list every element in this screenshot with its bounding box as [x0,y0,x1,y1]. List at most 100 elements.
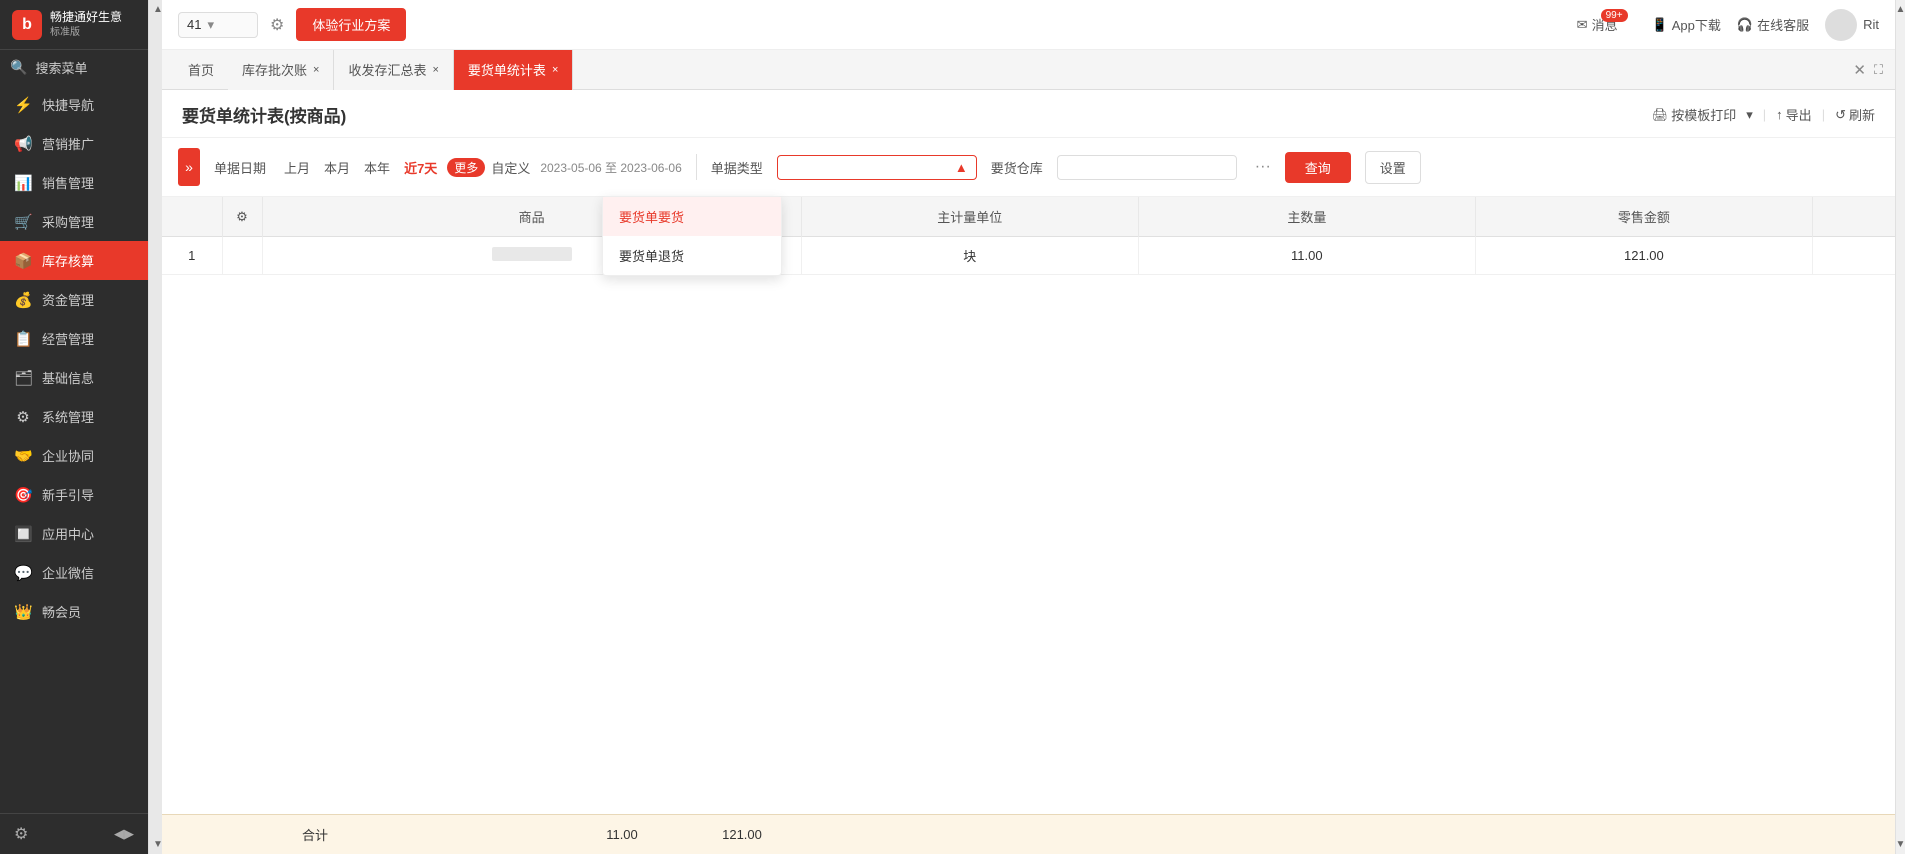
tab-collect-summary[interactable]: 收发存汇总表 × [334,50,453,90]
product-blurred [492,247,572,261]
messages-button[interactable]: ✉ 消息 99+ [1577,15,1618,34]
filter-divider [696,154,697,180]
date-more-button[interactable]: 更多 [447,158,485,177]
sidebar-item-appstore[interactable]: 🔲 应用中心 [0,514,148,553]
right-scroll: ▲ ▼ [1895,0,1905,854]
sidebar-footer: ⚙ ◀▶ [0,813,148,854]
scroll-up[interactable]: ▲ [149,0,162,19]
tab-close-icon[interactable]: × [432,64,438,76]
type-chevron-up-icon[interactable]: ▲ [955,160,968,175]
export-button[interactable]: ↑ 导出 [1776,105,1812,124]
sidebar-item-label: 销售管理 [42,173,94,192]
settings-icon[interactable]: ⚙ [14,824,28,844]
sidebar-item-sales[interactable]: 📊 销售管理 [0,163,148,202]
topbar: 41 ▾ ⚙ 体验行业方案 ✉ 消息 99+ 📱 App下载 🎧 在线客服 R [162,0,1895,50]
user-menu[interactable]: Rit [1825,9,1879,41]
date-label: 单据日期 [214,158,266,177]
topbar-gear-icon[interactable]: ⚙ [270,15,284,35]
sidebar-item-purchase[interactable]: 🛒 采购管理 [0,202,148,241]
tab-label: 要货单统计表 [468,60,546,79]
column-settings-icon[interactable]: ⚙ [236,209,248,224]
filter-expand-button[interactable]: » [178,148,200,186]
warehouse-input-field[interactable] [1066,160,1228,175]
type-input[interactable]: ▲ [777,155,977,180]
sidebar-item-wechat[interactable]: 💬 企业微信 [0,553,148,592]
close-all-icon[interactable]: ✕ [1853,61,1866,79]
table-area: ⚙ 商品 主计量单位 主数量 零售金额 1 [162,197,1895,814]
more-options-icon[interactable]: ··· [1255,158,1271,176]
sidebar-item-system[interactable]: ⚙ 系统管理 [0,397,148,436]
sidebar-item-label: 企业协同 [42,446,94,465]
type-label: 单据类型 [711,158,763,177]
sidebar-item-guide[interactable]: 🎯 新手引导 [0,475,148,514]
sidebar-item-label: 企业微信 [42,563,94,582]
app-sub: 标准版 [50,26,122,39]
messages-badge: 99+ [1601,9,1628,22]
user-avatar [1825,9,1857,41]
page-header: 要货单统计表(按商品) 🖨 按模板打印 ▾ | ↑ 导出 | ↺ 刷新 [162,90,1895,138]
filter-bar: » 单据日期 上月 本月 本年 近7天 更多 自定义 2023-05-06 至 … [162,138,1895,197]
th-empty [1812,197,1895,237]
data-table: ⚙ 商品 主计量单位 主数量 零售金额 1 [162,197,1895,275]
date-btn-7days[interactable]: 近7天 [400,156,441,179]
right-scroll-down[interactable]: ▼ [1892,835,1905,854]
sidebar-item-inventory[interactable]: 📦 库存核算 [0,241,148,280]
warehouse-input[interactable] [1057,155,1237,180]
chevron-down-icon: ▾ [207,17,214,33]
trial-button[interactable]: 体验行业方案 [296,8,406,41]
sidebar-item-quick-nav[interactable]: ⚡ 快捷导航 [0,85,148,124]
tab-close-icon[interactable]: × [552,64,558,76]
td-empty [1812,237,1895,275]
sidebar-item-label: 快捷导航 [42,95,94,114]
sidebar-item-operations[interactable]: 📋 经营管理 [0,319,148,358]
basic-icon: 🗂 [14,369,32,387]
sidebar-item-member[interactable]: 👑 畅会员 [0,592,148,631]
sidebar-item-basic[interactable]: 🗂 基础信息 [0,358,148,397]
company-selector[interactable]: 41 ▾ [178,12,258,38]
sidebar: b 畅捷通好生意 标准版 🔍 搜索菜单 ⚡ 快捷导航 📢 营销推广 📊 销售管理… [0,0,148,854]
sidebar-item-label: 新手引导 [42,485,94,504]
print-template-button[interactable]: 🖨 按模板打印 [1652,105,1737,124]
th-amount: 零售金额 [1475,197,1812,237]
tabbar-controls: ✕ ⛶ [1853,61,1883,79]
date-btn-this-month[interactable]: 本月 [320,156,354,179]
sidebar-item-label: 经营管理 [42,329,94,348]
sidebar-item-enterprise[interactable]: 🤝 企业协同 [0,436,148,475]
date-btn-this-year[interactable]: 本年 [360,156,394,179]
settings-button[interactable]: 设置 [1365,151,1421,184]
dropdown-icon[interactable]: ▾ [1746,107,1753,123]
tab-close-icon[interactable]: × [313,64,319,76]
query-button[interactable]: 查询 [1285,152,1351,183]
tab-order-summary[interactable]: 要货单统计表 × [454,50,573,90]
sidebar-item-label: 畅会员 [42,602,81,621]
refresh-icon: ↺ [1835,107,1846,123]
tabbar: 首页 库存批次账 × 收发存汇总表 × 要货单统计表 × ✕ ⛶ [162,50,1895,90]
dropdown-item-order-goods[interactable]: 要货单要货 [603,197,781,236]
type-dropdown: 要货单要货 要货单退货 [602,196,782,276]
date-btn-last-month[interactable]: 上月 [280,156,314,179]
online-service-button[interactable]: 🎧 在线客服 [1737,15,1809,34]
sidebar-item-marketing[interactable]: 📢 营销推广 [0,124,148,163]
warehouse-label: 要货仓库 [991,158,1043,177]
phone-icon: 📱 [1652,17,1668,33]
sidebar-item-finance[interactable]: 💰 资金管理 [0,280,148,319]
right-scroll-up[interactable]: ▲ [1892,0,1905,19]
app-download-button[interactable]: 📱 App下载 [1652,15,1721,34]
collapse-icon[interactable]: ◀▶ [114,826,134,842]
member-icon: 👑 [14,603,32,621]
date-buttons: 上月 本月 本年 近7天 更多 自定义 2023-05-06 至 2023-06… [280,156,682,179]
message-icon: ✉ [1577,17,1588,33]
type-input-field[interactable] [786,160,951,175]
sidebar-item-label: 采购管理 [42,212,94,231]
refresh-button[interactable]: ↺ 刷新 [1835,105,1875,124]
maximize-icon[interactable]: ⛶ [1874,62,1883,78]
tab-inventory-batch[interactable]: 库存批次账 × [228,50,334,90]
search-menu[interactable]: 🔍 搜索菜单 [0,50,148,85]
th-settings[interactable]: ⚙ [222,197,262,237]
finance-icon: 💰 [14,291,32,309]
date-custom-button[interactable]: 自定义 [491,158,530,177]
sidebar-item-label: 系统管理 [42,407,94,426]
scroll-down[interactable]: ▼ [149,835,162,854]
dropdown-item-order-return[interactable]: 要货单退货 [603,236,781,275]
tab-home[interactable]: 首页 [174,50,228,90]
